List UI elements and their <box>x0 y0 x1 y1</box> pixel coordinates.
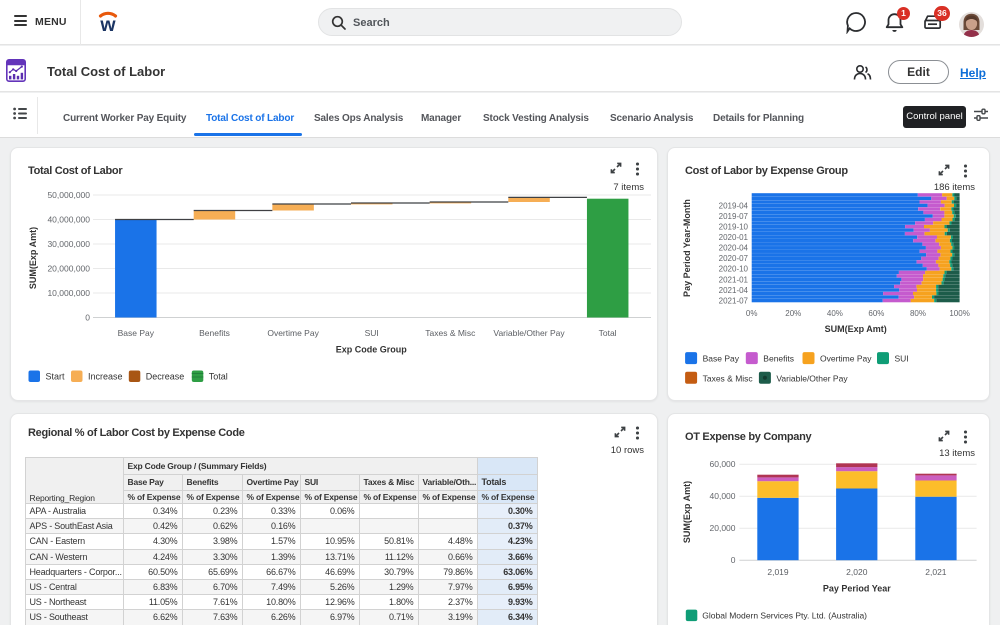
svg-text:Total: Total <box>209 372 228 382</box>
svg-text:Benefits: Benefits <box>199 328 230 338</box>
svg-text:50,000,000: 50,000,000 <box>47 190 90 200</box>
svg-text:Variable/Other Pay: Variable/Other Pay <box>493 328 565 338</box>
svg-text:Variable/Other Pay: Variable/Other Pay <box>776 373 848 383</box>
svg-text:40%: 40% <box>827 309 843 318</box>
svg-text:40,000,000: 40,000,000 <box>47 215 90 225</box>
svg-text:80%: 80% <box>910 309 926 318</box>
svg-text:Increase: Increase <box>88 372 123 382</box>
svg-text:Exp Code Group: Exp Code Group <box>336 345 408 355</box>
svg-text:0: 0 <box>731 555 736 565</box>
svg-text:2021-01: 2021-01 <box>719 275 749 284</box>
svg-text:2020-10: 2020-10 <box>719 265 749 274</box>
svg-text:2020-04: 2020-04 <box>719 244 749 253</box>
svg-text:Decrease: Decrease <box>146 372 185 382</box>
svg-text:SUI: SUI <box>365 328 379 338</box>
svg-text:2,021: 2,021 <box>925 567 947 577</box>
svg-text:40,000: 40,000 <box>710 491 736 501</box>
svg-text:60%: 60% <box>868 309 884 318</box>
svg-text:2020-07: 2020-07 <box>719 254 749 263</box>
svg-text:Taxes & Misc: Taxes & Misc <box>425 328 476 338</box>
svg-text:Taxes & Misc: Taxes & Misc <box>703 373 754 383</box>
svg-text:2020-01: 2020-01 <box>719 233 749 242</box>
svg-text:0%: 0% <box>746 309 758 318</box>
svg-text:Pay Period Year-Month: Pay Period Year-Month <box>682 199 692 297</box>
svg-text:SUI: SUI <box>895 354 909 364</box>
svg-text:2021-07: 2021-07 <box>719 296 749 305</box>
svg-text:2,020: 2,020 <box>846 567 868 577</box>
svg-text:2019-07: 2019-07 <box>719 212 749 221</box>
svg-text:20,000,000: 20,000,000 <box>47 264 90 274</box>
svg-text:Base Pay: Base Pay <box>703 354 740 364</box>
svg-text:Pay Period Year: Pay Period Year <box>823 584 891 594</box>
svg-text:60,000: 60,000 <box>710 459 736 469</box>
svg-text:Start: Start <box>46 372 66 382</box>
svg-text:Base Pay: Base Pay <box>118 328 155 338</box>
svg-text:2019-04: 2019-04 <box>719 201 749 210</box>
svg-text:2021-04: 2021-04 <box>719 286 749 295</box>
svg-text:20%: 20% <box>785 309 801 318</box>
svg-text:0: 0 <box>85 313 90 323</box>
svg-text:w: w <box>99 14 116 36</box>
svg-text:Global Modern Services Pty. Lt: Global Modern Services Pty. Ltd. (Austra… <box>702 611 867 621</box>
svg-text:2019-10: 2019-10 <box>719 222 749 231</box>
svg-text:SUM(Exp Amt): SUM(Exp Amt) <box>28 227 38 289</box>
svg-text:SUM(Exp Amt): SUM(Exp Amt) <box>682 481 692 543</box>
svg-text:20,000: 20,000 <box>710 523 736 533</box>
svg-text:Overtime Pay: Overtime Pay <box>820 354 872 364</box>
svg-text:30,000,000: 30,000,000 <box>47 239 90 249</box>
svg-text:Benefits: Benefits <box>763 354 794 364</box>
svg-text:2,019: 2,019 <box>767 567 789 577</box>
svg-text:Overtime Pay: Overtime Pay <box>267 328 319 338</box>
svg-text:100%: 100% <box>949 309 969 318</box>
svg-text:SUM(Exp Amt): SUM(Exp Amt) <box>825 324 887 334</box>
svg-text:10,000,000: 10,000,000 <box>47 288 90 298</box>
svg-text:Total: Total <box>599 328 617 338</box>
